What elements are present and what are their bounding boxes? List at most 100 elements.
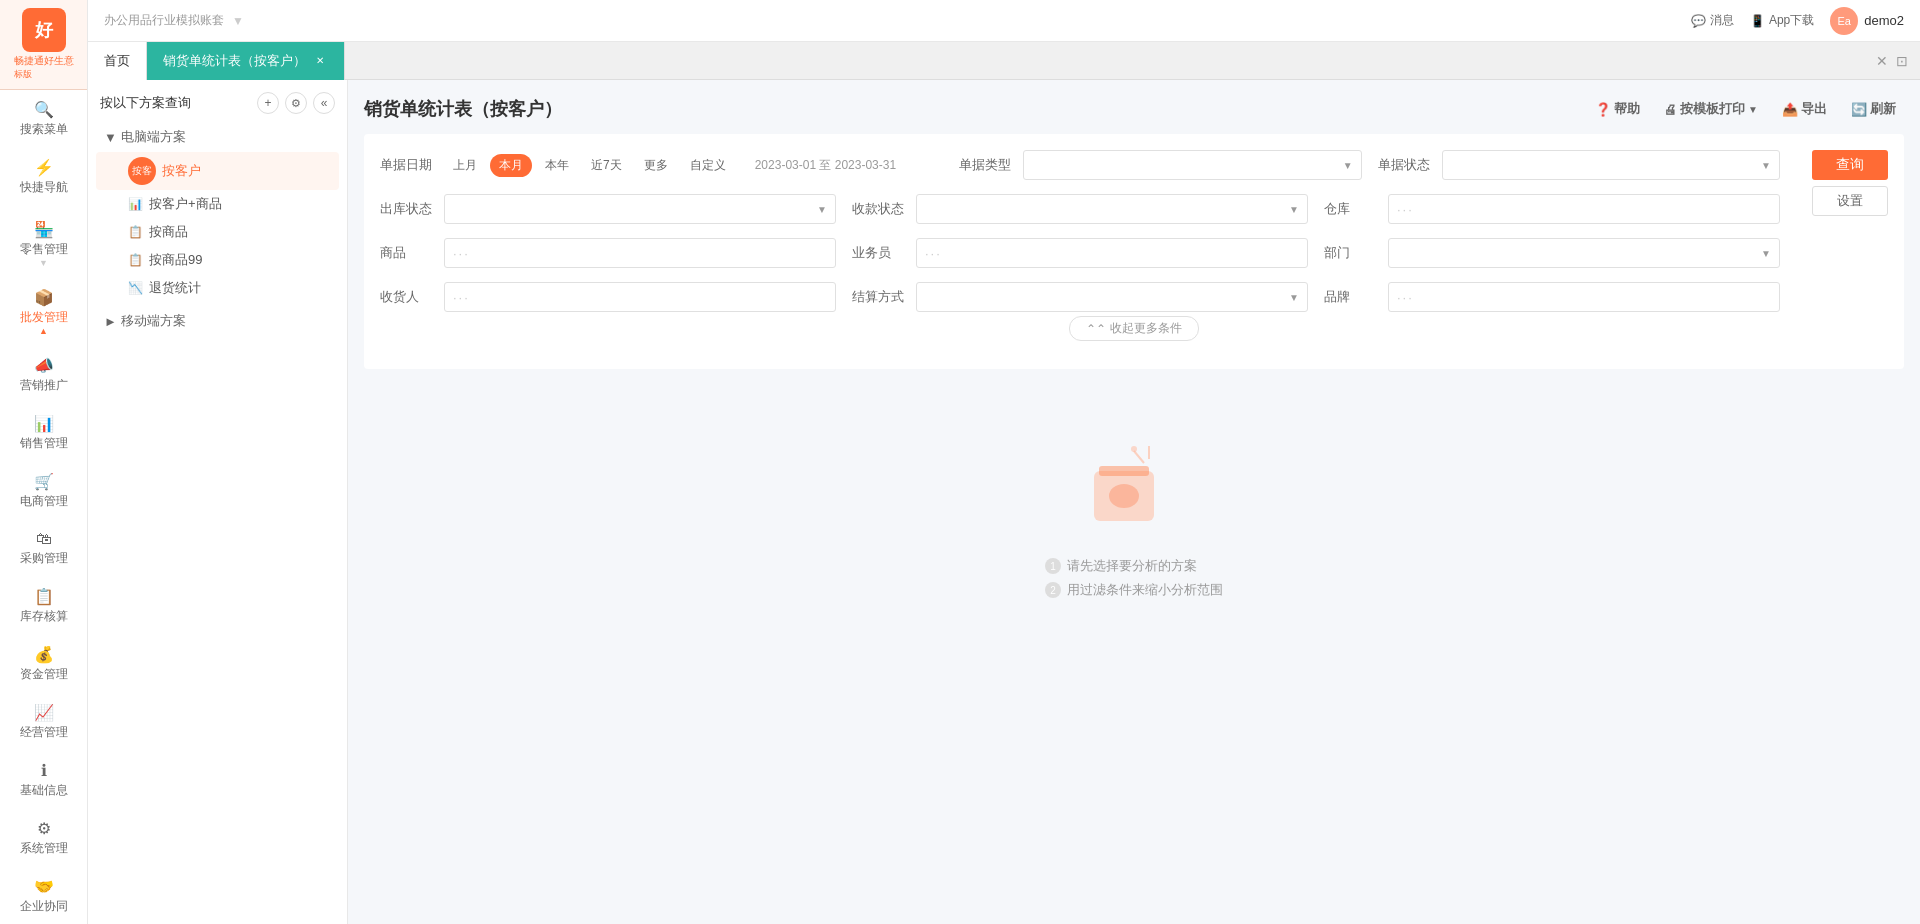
empty-hint-2: 2 用过滤条件来缩小分析范围	[1045, 581, 1223, 599]
order-type-label: 单据类型	[959, 156, 1023, 174]
sidebar-item-search[interactable]: 🔍 搜索菜单	[0, 90, 87, 148]
goods-label: 商品	[380, 244, 444, 262]
empty-hints: 1 请先选择要分析的方案 2 用过滤条件来缩小分析范围	[1045, 557, 1223, 605]
goods-control[interactable]: ···	[444, 238, 836, 268]
help-icon: ❓	[1595, 102, 1611, 117]
date-tabs: 上月 本月 本年 近7天 更多 自定义	[444, 154, 735, 177]
sidebar-item-ecommerce[interactable]: 🛒 电商管理	[0, 462, 87, 520]
export-button[interactable]: 📤 导出	[1774, 96, 1835, 122]
svg-point-2	[1109, 484, 1139, 508]
tab-home[interactable]: 首页	[88, 42, 147, 80]
sidebar-item-quick-nav[interactable]: ⚡ 快捷导航	[0, 148, 87, 206]
date-tab-last-month[interactable]: 上月	[444, 154, 486, 177]
expand-icon: ▼	[104, 130, 117, 145]
stockout-control[interactable]: ▼	[444, 194, 836, 224]
sidebar-item-system[interactable]: ⚙ 系统管理	[0, 809, 87, 867]
sidebar-item-inventory[interactable]: 📋 库存核算	[0, 577, 87, 635]
sidebar-item-sales[interactable]: 📊 销售管理	[0, 404, 87, 462]
message-button[interactable]: 💬 消息	[1691, 12, 1734, 29]
sidebar-item-basic-info[interactable]: ℹ 基础信息	[0, 751, 87, 809]
tab-close-button[interactable]: ✕	[312, 53, 328, 69]
filter-date-item: 单据日期 上月 本月 本年 近7天 更多 自定义	[380, 154, 943, 177]
payment-control[interactable]: ▼	[916, 194, 1308, 224]
breadcrumb: 办公用品行业模拟账套	[104, 12, 224, 29]
quick-nav-icon: ⚡	[34, 158, 54, 177]
user-area[interactable]: Ea demo2	[1830, 7, 1904, 35]
tree-mobile-parent[interactable]: ► 移动端方案	[96, 306, 339, 336]
filter-dept-item: 部门 ▼	[1324, 238, 1780, 268]
collapse-up-icon: ⌃⌃	[1086, 322, 1106, 336]
date-tab-this-month[interactable]: 本月	[490, 154, 532, 177]
page-actions: ❓ 帮助 🖨 按模板打印 ▼ 📤 导出 🔄 刷新	[1587, 96, 1904, 122]
print-icon: 🖨	[1664, 102, 1677, 117]
date-control: 上月 本月 本年 近7天 更多 自定义 2023-03-01 至 2023-03…	[444, 154, 943, 177]
message-icon: 💬	[1691, 14, 1706, 28]
brand-control[interactable]: ···	[1388, 282, 1780, 312]
marketing-icon: 📣	[34, 356, 54, 375]
tree-child-customer-goods[interactable]: 📊 按客户+商品	[96, 190, 339, 218]
staff-label: 业务员	[852, 244, 916, 262]
chart-icon: 📊	[128, 197, 143, 211]
tab-bar: 首页 销货单统计表（按客户） ✕ ✕ ⊡	[88, 42, 1920, 80]
filter-warehouse-item: 仓库 ···	[1324, 194, 1780, 224]
right-content: 销货单统计表（按客户） ❓ 帮助 🖨 按模板打印 ▼ 📤 导出	[348, 80, 1920, 924]
sidebar-item-operations[interactable]: 📈 经营管理	[0, 693, 87, 751]
receiver-control[interactable]: ···	[444, 282, 836, 312]
panel-header: 按以下方案查询 + ⚙ «	[88, 92, 347, 122]
sidebar-item-purchase[interactable]: 🛍 采购管理	[0, 520, 87, 577]
dept-label: 部门	[1324, 244, 1388, 262]
filter-content: 单据日期 上月 本月 本年 近7天 更多 自定义	[380, 150, 1888, 312]
refresh-button[interactable]: 🔄 刷新	[1843, 96, 1904, 122]
brand-dots: ···	[1397, 290, 1414, 305]
filter-row-4: 收货人 ··· 结算方式 ▼	[380, 282, 1780, 312]
warehouse-control[interactable]: ···	[1388, 194, 1780, 224]
collapse-button[interactable]: ⌃⌃ 收起更多条件	[1069, 316, 1199, 341]
wholesale-icon: 📦	[34, 288, 54, 307]
tree-child-by-goods-99[interactable]: 📋 按商品99	[96, 246, 339, 274]
table-icon: 📋	[128, 225, 143, 239]
date-tab-custom[interactable]: 自定义	[681, 154, 735, 177]
filter-fields: 单据日期 上月 本月 本年 近7天 更多 自定义	[380, 150, 1780, 312]
settle-control[interactable]: ▼	[916, 282, 1308, 312]
date-tab-this-year[interactable]: 本年	[536, 154, 578, 177]
tree-child-by-customer[interactable]: 按客 按客户	[96, 152, 339, 190]
expand-mobile-icon: ►	[104, 314, 117, 329]
close-window-icon[interactable]: ✕	[1876, 53, 1888, 69]
sidebar-item-enterprise[interactable]: 🤝 企业协同	[0, 867, 87, 924]
filter-panel: 单据日期 上月 本月 本年 近7天 更多 自定义	[364, 134, 1904, 369]
breadcrumb-dropdown-icon[interactable]: ▼	[232, 14, 244, 28]
scheme-settings-button[interactable]: ⚙	[285, 92, 307, 114]
tree-child-return-stats[interactable]: 📉 退货统计	[96, 274, 339, 302]
date-tab-7days[interactable]: 近7天	[582, 154, 631, 177]
dept-control[interactable]: ▼	[1388, 238, 1780, 268]
tree-desktop-parent[interactable]: ▼ 电脑端方案	[96, 122, 339, 152]
help-button[interactable]: ❓ 帮助	[1587, 96, 1648, 122]
maximize-icon[interactable]: ⊡	[1896, 53, 1908, 69]
sidebar-item-retail[interactable]: 🏪 零售管理 ▼	[0, 210, 87, 278]
tab-sales-stats[interactable]: 销货单统计表（按客户） ✕	[147, 42, 345, 80]
inventory-icon: 📋	[34, 587, 54, 606]
empty-state: 1 请先选择要分析的方案 2 用过滤条件来缩小分析范围	[364, 381, 1904, 665]
filter-payment-item: 收款状态 ▼	[852, 194, 1308, 224]
date-tab-more[interactable]: 更多	[635, 154, 677, 177]
panel-collapse-button[interactable]: «	[313, 92, 335, 114]
print-dropdown-icon: ▼	[1748, 104, 1758, 115]
settings-icon: ⚙	[291, 97, 301, 110]
brand-label: 品牌	[1324, 288, 1388, 306]
tree-child-by-goods[interactable]: 📋 按商品	[96, 218, 339, 246]
sidebar-item-finance[interactable]: 💰 资金管理	[0, 635, 87, 693]
staff-control[interactable]: ···	[916, 238, 1308, 268]
filter-order-status-item: 单据状态 ▼	[1378, 150, 1780, 180]
filter-order-type-item: 单据类型 ▼	[959, 150, 1361, 180]
filter-settings-button[interactable]: 设置	[1812, 186, 1888, 216]
order-status-control[interactable]: ▼	[1442, 150, 1780, 180]
sales-stats-tab-label: 销货单统计表（按客户）	[163, 52, 306, 70]
retail-icon: 🏪	[34, 220, 54, 239]
order-type-control[interactable]: ▼	[1023, 150, 1361, 180]
app-download-button[interactable]: 📱 App下载	[1750, 12, 1814, 29]
sidebar-item-marketing[interactable]: 📣 营销推广	[0, 346, 87, 404]
query-button[interactable]: 查询	[1812, 150, 1888, 180]
add-scheme-button[interactable]: +	[257, 92, 279, 114]
print-button[interactable]: 🖨 按模板打印 ▼	[1656, 96, 1766, 122]
sidebar-item-wholesale[interactable]: 📦 批发管理 ▲	[0, 278, 87, 346]
